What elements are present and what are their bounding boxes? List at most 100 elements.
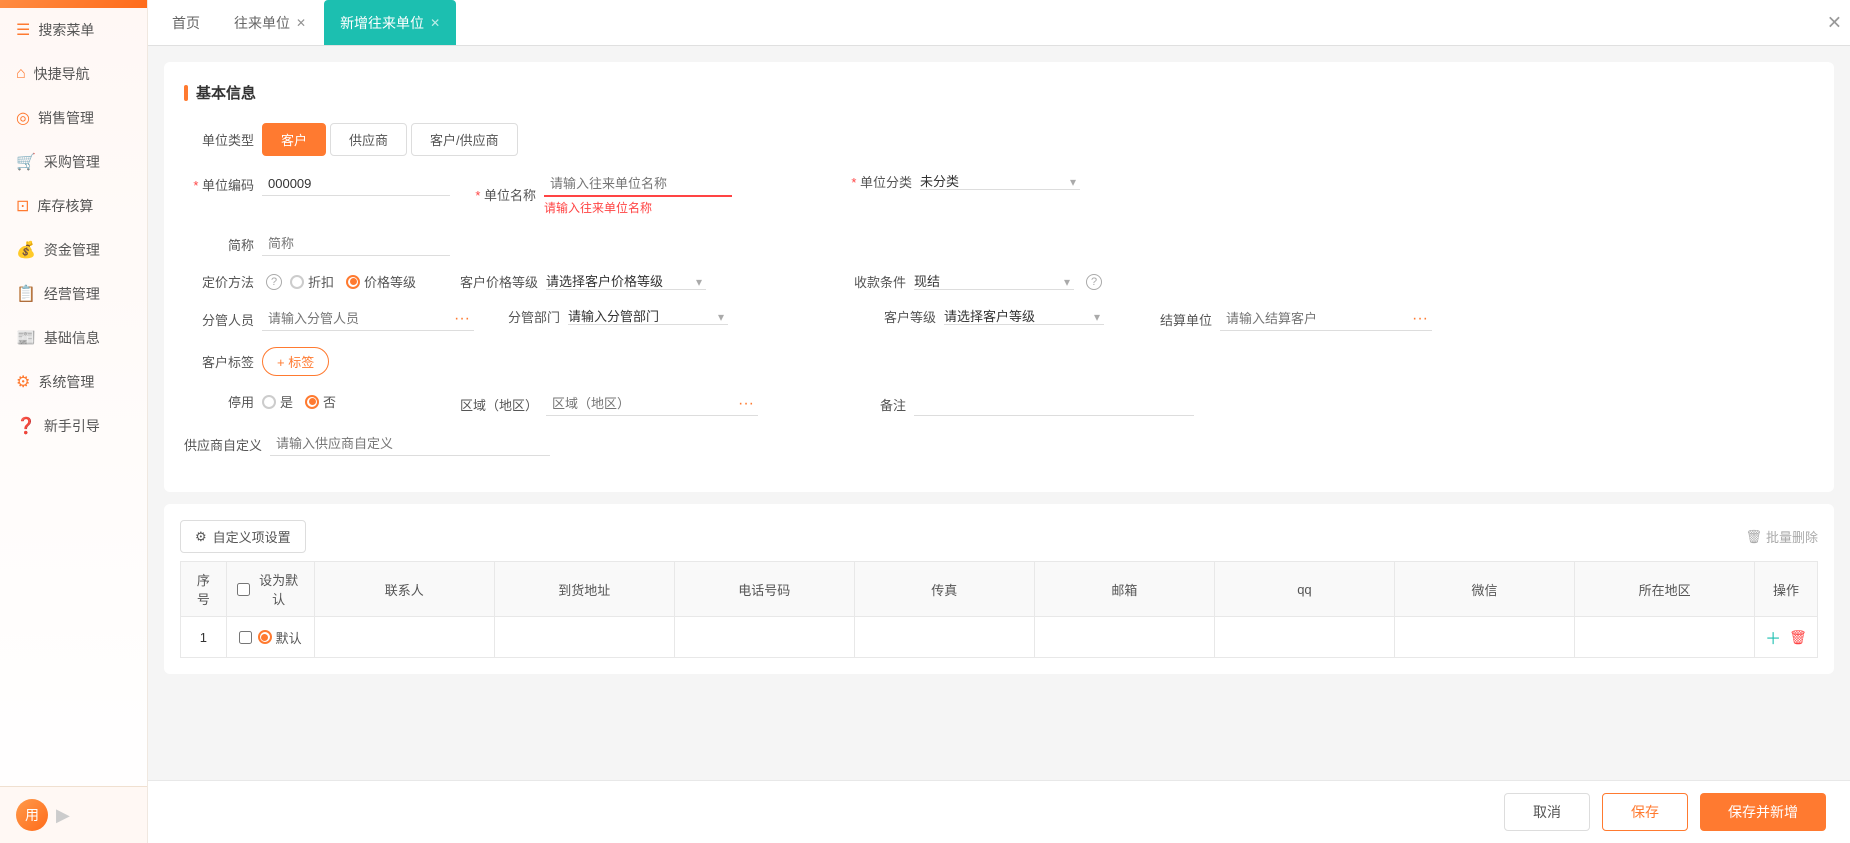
department-select[interactable]: 请输入分管部门 [568,309,728,325]
custom-settings-button[interactable]: ⚙ 自定义项设置 [180,520,306,553]
add-tag-btn[interactable]: + 标签 [262,347,329,376]
row-default-radio[interactable]: 默认 [258,628,302,647]
region-input[interactable] [546,392,734,415]
unit-category-select[interactable]: 未分类 [920,174,1080,190]
unit-code-input[interactable] [262,172,450,196]
unit-code-label: 单位编码 [184,175,254,194]
table-section: ⚙ 自定义项设置 🗑 批量删除 序号 设为默认 [164,504,1834,674]
wechat-input[interactable] [1405,630,1564,645]
sidebar-item-operations[interactable]: 📋 经营管理 [0,272,147,316]
tab-partners-close-icon[interactable]: ✕ [296,17,306,29]
sidebar-item-label: 经营管理 [44,284,100,304]
manager-input[interactable] [262,307,450,330]
save-button[interactable]: 保存 [1602,793,1688,831]
tab-bar: 首页 往来单位 ✕ 新增往来单位 ✕ ✕ [148,0,1850,46]
sidebar-item-label: 基础信息 [44,328,100,348]
email-input[interactable] [1045,630,1204,645]
fax-input[interactable] [865,630,1024,645]
price-level-select[interactable]: 请选择客户价格等级 [546,274,706,290]
cancel-button[interactable]: 取消 [1504,793,1590,831]
sidebar-item-label: 采购管理 [44,152,100,172]
sidebar-item-sales[interactable]: ◎ 销售管理 [0,96,147,140]
type-btn-both[interactable]: 客户/供应商 [411,123,518,156]
batch-delete-button[interactable]: 🗑 批量删除 [1745,527,1818,546]
short-name-input[interactable] [262,232,450,256]
system-icon: ⚙ [16,372,30,392]
sales-icon: ◎ [16,108,30,128]
table-row: 1 默认 [181,617,1818,658]
level-radio-label: 价格等级 [364,272,416,291]
save-new-button[interactable]: 保存并新增 [1700,793,1826,831]
tab-partners[interactable]: 往来单位 ✕ [218,0,322,45]
sidebar-expand-icon[interactable]: ▶ [56,805,70,826]
default-radio-circle [258,630,272,644]
customer-price-level-label: 客户价格等级 [460,272,538,291]
sidebar-item-label: 快捷导航 [34,64,90,84]
row-qq[interactable] [1214,617,1394,658]
payment-terms-select[interactable]: 现结 [914,274,1074,290]
region-more-btn[interactable]: ··· [734,395,758,413]
settlement-more-btn[interactable]: ··· [1408,310,1432,328]
department-select-wrapper: 请输入分管部门 [568,309,728,325]
tab-new-partner-close-icon[interactable]: ✕ [430,17,440,29]
sidebar-item-inventory[interactable]: ⊡ 库存核算 [0,184,147,228]
tab-partners-label: 往来单位 [234,13,290,33]
disabled-no[interactable]: 否 [305,392,336,411]
unit-code-group: 单位编码 [184,172,450,196]
remarks-input[interactable] [914,392,1194,416]
row-email[interactable] [1034,617,1214,658]
supplier-custom-input[interactable] [270,432,550,456]
row-phone[interactable] [674,617,854,658]
phone-input[interactable] [685,630,844,645]
department-label: 分管部门 [490,307,560,326]
row-address[interactable] [494,617,674,658]
row-location[interactable] [1575,617,1755,658]
sidebar-item-basic-info[interactable]: 📰 基础信息 [0,316,147,360]
pricing-radio-level[interactable]: 价格等级 [346,272,416,291]
customer-level-label: 客户等级 [866,307,936,326]
qq-input[interactable] [1225,630,1384,645]
tab-new-partner[interactable]: 新增往来单位 ✕ [324,0,456,45]
sidebar-item-purchase[interactable]: 🛒 采购管理 [0,140,147,184]
address-input[interactable] [505,630,664,645]
pricing-radio-discount[interactable]: 折扣 [290,272,334,291]
window-close-button[interactable]: ✕ [1827,12,1842,33]
settings-icon: ⚙ [195,529,207,545]
unit-type-group: 单位类型 客户 供应商 客户/供应商 [184,123,518,156]
contact-input[interactable] [325,630,484,645]
manager-more-btn[interactable]: ··· [450,310,474,328]
remarks-label: 备注 [836,395,906,414]
row-contact[interactable] [314,617,494,658]
sidebar: ☰ 搜索菜单 ⌂ 快捷导航 ◎ 销售管理 🛒 采购管理 ⊡ 库存核算 💰 资金管… [0,0,148,843]
add-row-btn[interactable]: ＋ [1765,625,1781,649]
guide-icon: ❓ [16,416,36,436]
customer-level-group: 客户等级 请选择客户等级 [866,307,1126,326]
payment-help-icon[interactable]: ? [1086,274,1102,290]
sidebar-item-guide[interactable]: ❓ 新手引导 [0,404,147,448]
settlement-unit-input[interactable] [1220,307,1408,330]
type-btn-customer[interactable]: 客户 [262,123,326,156]
sidebar-item-finance[interactable]: 💰 资金管理 [0,228,147,272]
pricing-help-icon[interactable]: ? [266,274,282,290]
row-fax[interactable] [854,617,1034,658]
customer-level-select[interactable]: 请选择客户等级 [944,309,1104,325]
col-wechat: 微信 [1395,562,1575,617]
row-wechat[interactable] [1395,617,1575,658]
location-input[interactable] [1585,630,1744,645]
region-label: 区域（地区） [460,395,538,414]
disabled-yes[interactable]: 是 [262,392,293,411]
tag-row: 客户标签 + 标签 [184,347,1814,376]
unit-name-input[interactable] [544,172,732,197]
sidebar-item-label: 资金管理 [44,240,100,260]
sidebar-item-quick-nav[interactable]: ⌂ 快捷导航 [0,52,147,96]
region-group: 区域（地区） ··· [460,392,820,416]
select-all-checkbox[interactable] [237,583,250,596]
type-btn-supplier[interactable]: 供应商 [330,123,407,156]
tab-home[interactable]: 首页 [156,0,216,45]
col-fax: 传真 [854,562,1034,617]
row-checkbox[interactable] [239,631,252,644]
tab-home-label: 首页 [172,13,200,33]
sidebar-item-search[interactable]: ☰ 搜索菜单 [0,8,147,52]
delete-row-btn[interactable]: 🗑 [1789,629,1807,646]
sidebar-item-system[interactable]: ⚙ 系统管理 [0,360,147,404]
